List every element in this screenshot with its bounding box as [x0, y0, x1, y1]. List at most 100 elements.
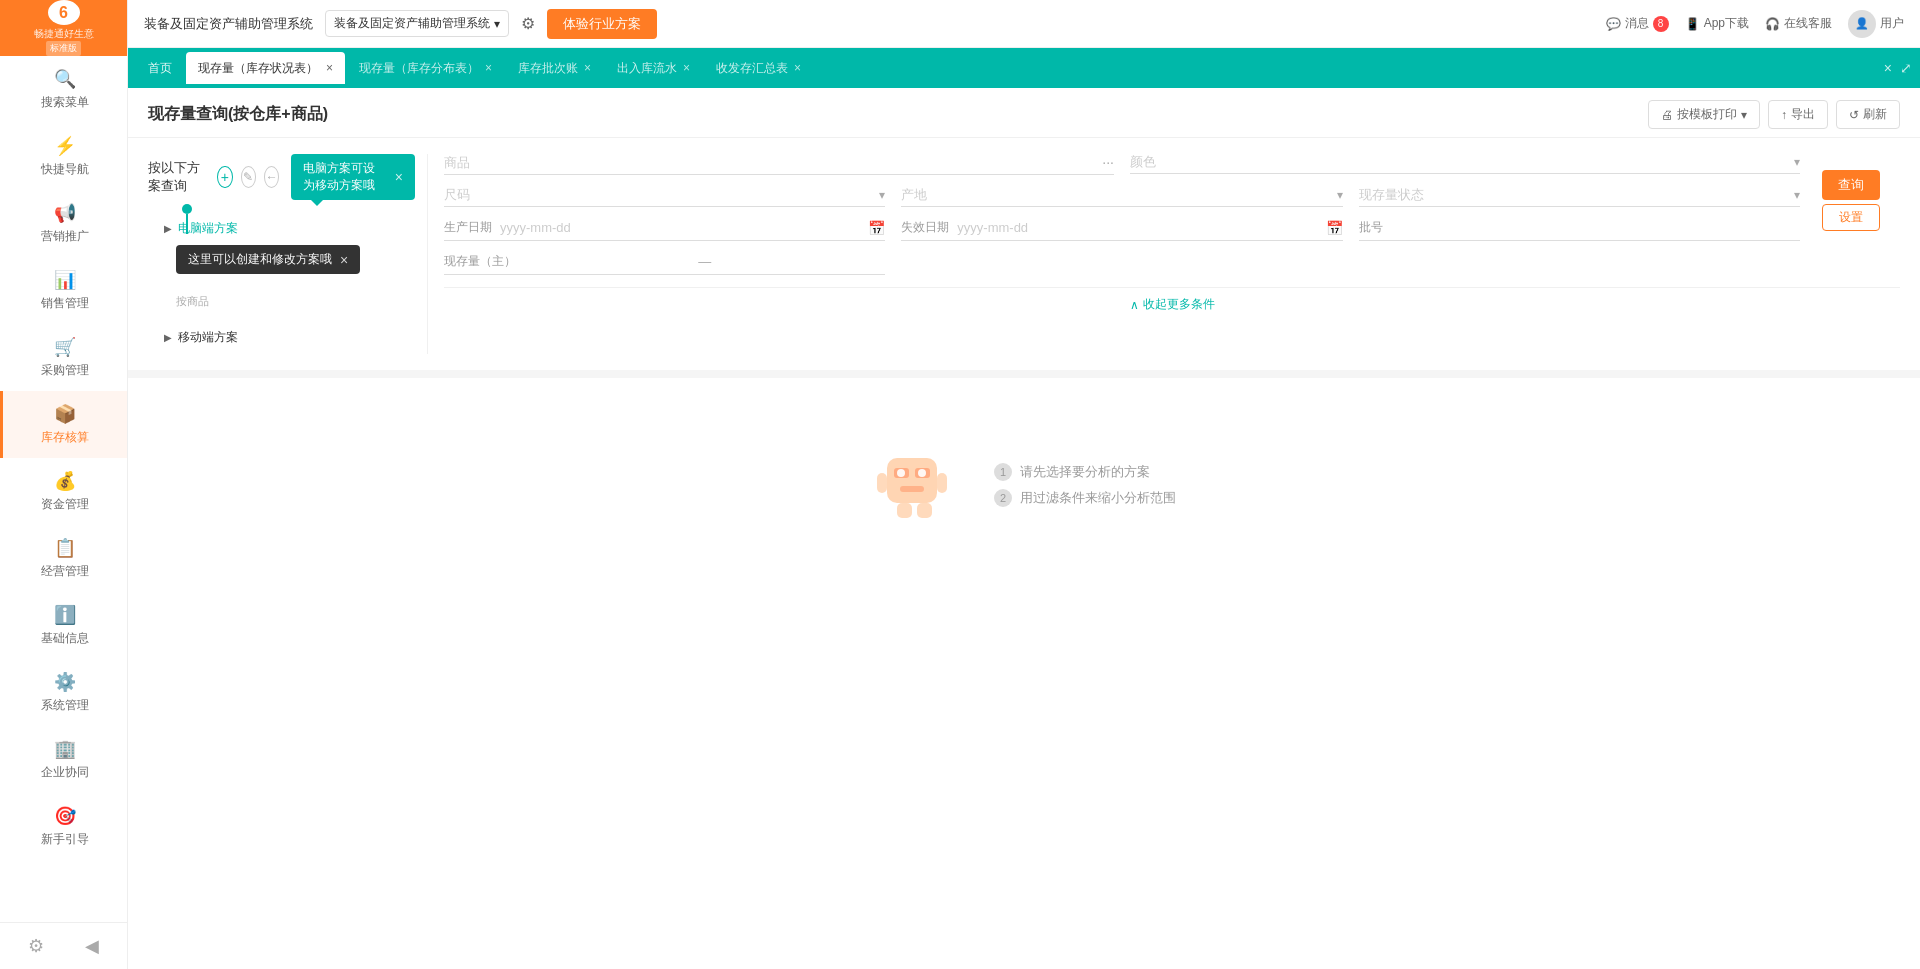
filter-collapse-button[interactable]: ∧ 收起更多条件 — [444, 287, 1900, 321]
sidebar-item-inventory[interactable]: 📦 库存核算 — [0, 391, 127, 458]
sidebar-item-quicknav[interactable]: ⚡ 快捷导航 — [0, 123, 127, 190]
size-dropdown-icon[interactable]: ▾ — [879, 188, 885, 202]
online-support-item[interactable]: 🎧 在线客服 — [1765, 15, 1832, 32]
filter-origin-wrap: ▾ — [901, 187, 1342, 207]
filter-field-stock-status: ▾ — [1359, 187, 1800, 207]
tabbar: 首页 现存量（库存状况表） × 现存量（库存分布表） × 库存批次账 × 出入库… — [128, 48, 1920, 88]
filter-field-product: ··· — [444, 154, 1114, 175]
origin-input[interactable] — [901, 187, 1332, 202]
back-scheme-button[interactable]: ← — [264, 166, 279, 188]
chevron-down-icon: ▾ — [494, 17, 500, 31]
tab-expand-icon[interactable]: ⤢ — [1900, 60, 1912, 76]
search-button[interactable]: 查询 — [1822, 170, 1880, 200]
collapse-icon[interactable]: ◀ — [85, 935, 99, 957]
print-label: 按模板打印 — [1677, 106, 1737, 123]
tab-inventory-dist[interactable]: 现存量（库存分布表） × — [347, 52, 504, 84]
system-select[interactable]: 装备及固定资产辅助管理系统 ▾ — [325, 10, 509, 37]
step-num-1: 1 — [994, 463, 1012, 481]
stock-status-dropdown-icon[interactable]: ▾ — [1794, 188, 1800, 202]
sidebar-item-marketing[interactable]: 📢 营销推广 — [0, 190, 127, 257]
export-icon: ↑ — [1781, 108, 1787, 122]
pc-scheme-tooltip[interactable]: 电脑方案可设为移动方案哦 × — [291, 154, 415, 200]
mobile-icon: 📱 — [1685, 17, 1700, 31]
refresh-button[interactable]: ↺ 刷新 — [1836, 100, 1900, 129]
stock-status-input[interactable] — [1359, 187, 1790, 202]
edit-scheme-button[interactable]: ✎ — [241, 166, 256, 188]
stock-qty-max-input[interactable] — [719, 254, 885, 269]
tab-inout-flow[interactable]: 出入库流水 × — [605, 52, 702, 84]
notification-item[interactable]: 💬 消息 8 — [1606, 15, 1669, 32]
sidebar-item-search[interactable]: 🔍 搜索菜单 — [0, 56, 127, 123]
headset-icon: 🎧 — [1765, 17, 1780, 31]
search-btn-group: 查询 设置 — [1822, 170, 1880, 231]
tooltip2-close-icon[interactable]: × — [340, 252, 348, 268]
sidebar-item-operations[interactable]: 📋 经营管理 — [0, 525, 127, 592]
product-input[interactable] — [444, 155, 1098, 170]
settings-icon[interactable]: ⚙ — [28, 935, 44, 957]
tab-close-icon[interactable]: × — [794, 61, 801, 75]
tab-inventory-status[interactable]: 现存量（库存状况表） × — [186, 52, 345, 84]
svg-point-8 — [897, 469, 905, 477]
produce-date-calendar-icon[interactable]: 📅 — [868, 220, 885, 236]
produce-date-input[interactable] — [500, 220, 864, 235]
color-dropdown-icon[interactable]: ▾ — [1794, 155, 1800, 169]
stock-qty-min-input[interactable] — [524, 254, 690, 269]
size-input[interactable] — [444, 187, 875, 202]
filter-area: 按以下方案查询 + ✎ ← 电脑方案可设为移动方案哦 × — [128, 138, 1920, 370]
tab-batch-account[interactable]: 库存批次账 × — [506, 52, 603, 84]
filter-form: 查询 设置 ··· — [428, 154, 1900, 354]
sidebar: 6 畅捷通好生意 标准版 🔍 搜索菜单 ⚡ 快捷导航 📢 营销推广 📊 销售管理… — [0, 0, 128, 969]
sidebar-item-basic-info[interactable]: ℹ️ 基础信息 — [0, 592, 127, 659]
tab-home[interactable]: 首页 — [136, 60, 184, 77]
tab-summary[interactable]: 收发存汇总表 × — [704, 52, 813, 84]
tooltip1-close-icon[interactable]: × — [395, 169, 403, 185]
set-button[interactable]: 设置 — [1822, 204, 1880, 231]
sidebar-item-guide[interactable]: 🎯 新手引导 — [0, 793, 127, 860]
add-scheme-button[interactable]: + — [217, 166, 232, 188]
tab-close-icon[interactable]: × — [683, 61, 690, 75]
marketing-icon: 📢 — [54, 202, 76, 224]
user-item[interactable]: 👤 用户 — [1848, 10, 1904, 38]
page-actions: 🖨 按模板打印 ▾ ↑ 导出 ↺ 刷新 — [1648, 100, 1900, 129]
sidebar-item-sales[interactable]: 📊 销售管理 — [0, 257, 127, 324]
industry-plan-button[interactable]: 体验行业方案 — [547, 9, 657, 39]
expire-date-input[interactable] — [957, 220, 1321, 235]
scheme-pc-header[interactable]: ▶ 电脑端方案 — [156, 216, 415, 241]
topbar-right: 💬 消息 8 📱 App下载 🎧 在线客服 👤 用户 — [1606, 10, 1904, 38]
color-input[interactable] — [1130, 154, 1790, 169]
sidebar-item-finance[interactable]: 💰 资金管理 — [0, 458, 127, 525]
sales-icon: 📊 — [54, 269, 76, 291]
stock-qty-label: 现存量（主） — [444, 253, 516, 270]
svg-rect-3 — [900, 486, 924, 492]
tab-close-icon[interactable]: × — [485, 61, 492, 75]
export-button[interactable]: ↑ 导出 — [1768, 100, 1828, 129]
inventory-icon: 📦 — [54, 403, 76, 425]
scheme-edit-tooltip[interactable]: 这里可以创建和修改方案哦 × — [176, 245, 360, 274]
print-button[interactable]: 🖨 按模板打印 ▾ — [1648, 100, 1760, 129]
tab-close-icon[interactable]: × — [584, 61, 591, 75]
sidebar-item-enterprise[interactable]: 🏢 企业协同 — [0, 726, 127, 793]
filter-color-input-wrap: ▾ — [1130, 154, 1800, 174]
scheme-mobile-header[interactable]: ▶ 移动端方案 — [156, 325, 415, 350]
content-divider — [128, 370, 1920, 378]
sidebar-item-system[interactable]: ⚙️ 系统管理 — [0, 659, 127, 726]
origin-dropdown-icon[interactable]: ▾ — [1337, 188, 1343, 202]
app-download-item[interactable]: 📱 App下载 — [1685, 15, 1749, 32]
product-more-icon[interactable]: ··· — [1102, 154, 1114, 170]
chevron-down-icon: ▾ — [1741, 108, 1747, 122]
empty-robot-svg — [872, 438, 962, 528]
step-1-text: 请先选择要分析的方案 — [1020, 463, 1150, 481]
sidebar-item-label: 系统管理 — [41, 697, 89, 714]
svg-rect-0 — [887, 458, 937, 503]
expire-date-calendar-icon[interactable]: 📅 — [1326, 220, 1343, 236]
settings-gear-icon[interactable]: ⚙ — [521, 14, 535, 33]
connector-line — [186, 214, 188, 234]
sidebar-item-purchase[interactable]: 🛒 采购管理 — [0, 324, 127, 391]
empty-step-2: 2 用过滤条件来缩小分析范围 — [994, 489, 1176, 507]
batch-input[interactable] — [1391, 220, 1800, 235]
tab-close-icon[interactable]: × — [326, 61, 333, 75]
scheme-subitem[interactable]: 按商品 — [156, 290, 415, 313]
tab-close-all-icon[interactable]: × — [1884, 60, 1892, 76]
svg-rect-7 — [917, 503, 932, 518]
scheme-mobile-toggle-icon: ▶ — [164, 332, 172, 343]
